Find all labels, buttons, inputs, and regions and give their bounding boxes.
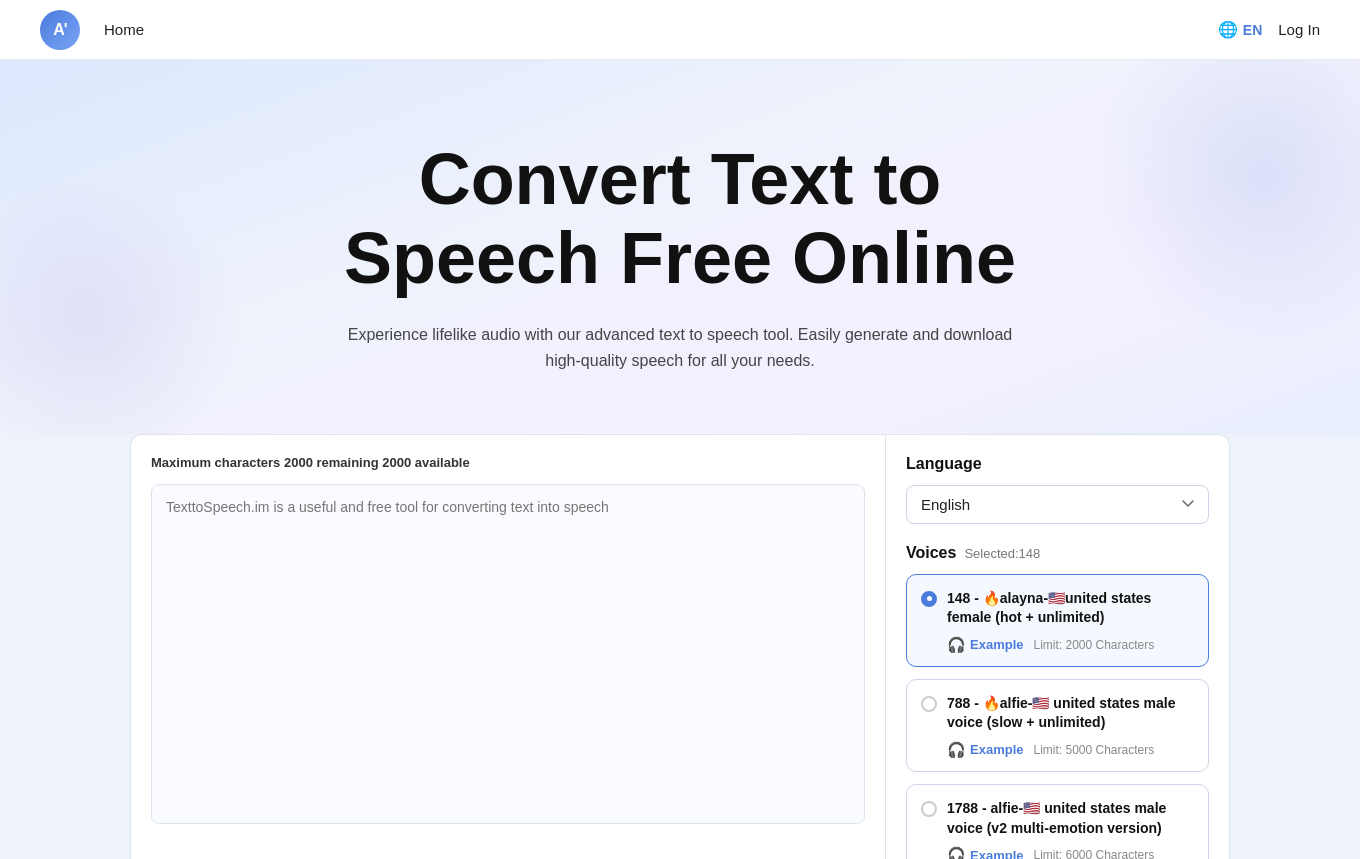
logo-text: A' [53, 21, 66, 39]
example-link-3[interactable]: 🎧 Example [947, 846, 1023, 859]
example-label-2: Example [970, 742, 1023, 757]
hero-subtitle: Experience lifelike audio with our advan… [330, 322, 1030, 373]
right-panel: Language English Spanish French German J… [885, 434, 1230, 859]
radio-button-1[interactable] [921, 591, 937, 607]
text-input[interactable] [151, 484, 865, 824]
voice-card-3[interactable]: 1788 - alfie-🇺🇸 united states male voice… [906, 784, 1209, 859]
limit-text-3: Limit: 6000 Characters [1033, 848, 1154, 859]
globe-icon: 🌐 [1218, 20, 1238, 39]
voice-name-2: 788 - 🔥alfie-🇺🇸 united states male voice… [947, 694, 1194, 733]
voice-name-1: 148 - 🔥alayna-🇺🇸united states female (ho… [947, 589, 1194, 628]
voice-meta-1: 🎧 Example Limit: 2000 Characters [921, 636, 1194, 654]
nav-right: 🌐 EN Log In [1218, 20, 1320, 39]
example-label-3: Example [970, 848, 1023, 859]
char-counter-text: Maximum characters 2000 remaining 2000 a… [151, 455, 470, 470]
left-panel: Maximum characters 2000 remaining 2000 a… [130, 434, 885, 859]
radio-button-2[interactable] [921, 696, 937, 712]
home-link[interactable]: Home [104, 21, 144, 38]
example-link-2[interactable]: 🎧 Example [947, 741, 1023, 759]
language-section-label: Language [906, 455, 1209, 473]
char-counter: Maximum characters 2000 remaining 2000 a… [151, 455, 865, 470]
voice-card-top-1: 148 - 🔥alayna-🇺🇸united states female (ho… [921, 589, 1194, 628]
language-button[interactable]: 🌐 EN [1218, 20, 1262, 39]
voice-card-top-3: 1788 - alfie-🇺🇸 united states male voice… [921, 799, 1194, 838]
language-select[interactable]: English Spanish French German Japanese C… [906, 485, 1209, 524]
logo: A' [40, 10, 80, 50]
lang-code: EN [1243, 22, 1262, 38]
radio-button-3[interactable] [921, 801, 937, 817]
voice-card-1[interactable]: 148 - 🔥alayna-🇺🇸united states female (ho… [906, 574, 1209, 667]
tool-container: Maximum characters 2000 remaining 2000 a… [110, 434, 1250, 859]
voices-count: Selected:148 [964, 546, 1040, 561]
voice-name-3: 1788 - alfie-🇺🇸 united states male voice… [947, 799, 1194, 838]
voices-label: Voices [906, 544, 956, 562]
login-label: Log In [1278, 21, 1320, 38]
nav-left: A' Home [40, 10, 144, 50]
voice-card-2[interactable]: 788 - 🔥alfie-🇺🇸 united states male voice… [906, 679, 1209, 772]
voice-meta-3: 🎧 Example Limit: 6000 Characters [921, 846, 1194, 859]
limit-text-2: Limit: 5000 Characters [1033, 743, 1154, 757]
limit-text-1: Limit: 2000 Characters [1033, 638, 1154, 652]
home-label: Home [104, 21, 144, 38]
hero-title: Convert Text to Speech Free Online [40, 140, 1320, 298]
navbar: A' Home 🌐 EN Log In [0, 0, 1360, 60]
example-label-1: Example [970, 637, 1023, 652]
headphones-icon-3: 🎧 [947, 846, 966, 859]
voice-card-top-2: 788 - 🔥alfie-🇺🇸 united states male voice… [921, 694, 1194, 733]
headphones-icon-2: 🎧 [947, 741, 966, 759]
voices-header: Voices Selected:148 [906, 544, 1209, 562]
hero-title-line1: Convert Text to [419, 139, 942, 219]
voice-meta-2: 🎧 Example Limit: 5000 Characters [921, 741, 1194, 759]
hero-section: Convert Text to Speech Free Online Exper… [0, 60, 1360, 434]
hero-title-line2: Speech Free Online [344, 218, 1016, 298]
login-button[interactable]: Log In [1278, 21, 1320, 38]
example-link-1[interactable]: 🎧 Example [947, 636, 1023, 654]
headphones-icon-1: 🎧 [947, 636, 966, 654]
